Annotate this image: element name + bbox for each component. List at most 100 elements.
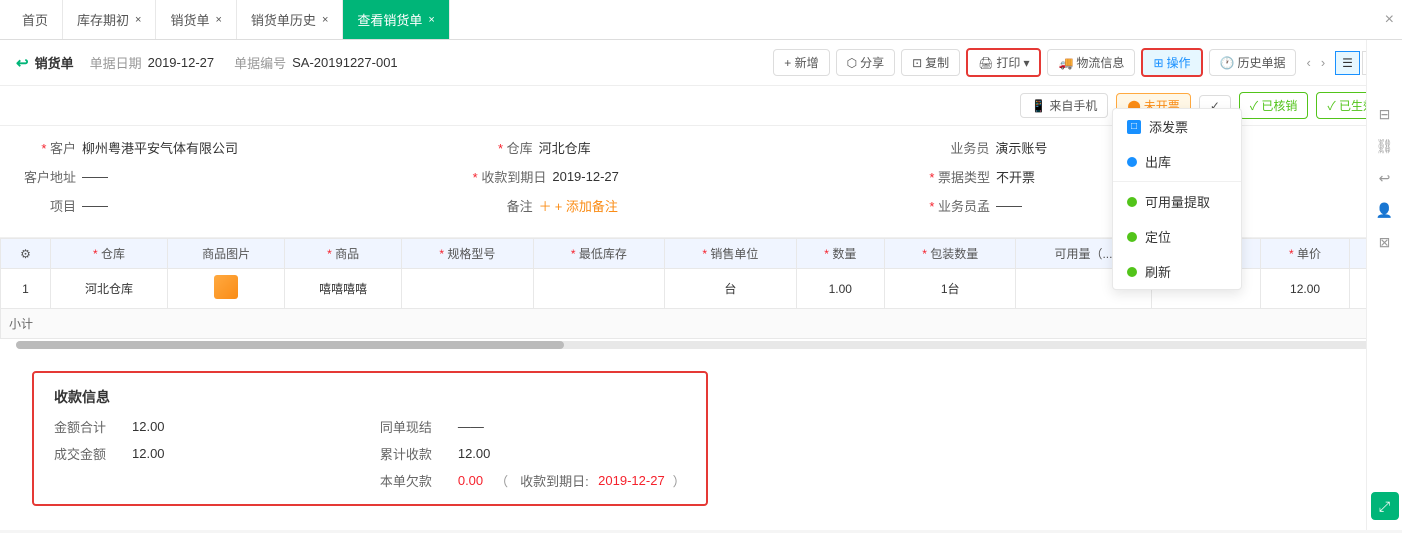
- warehouse-field: 仓库 河北仓库: [473, 138, 930, 157]
- doc-header: ↩ 销货单 单据日期 2019-12-27 单据编号 SA-20191227-0…: [0, 40, 1402, 86]
- dropdown-refresh[interactable]: 刷新: [1113, 254, 1241, 289]
- tab-sales-order[interactable]: 销货单 ×: [156, 0, 236, 39]
- dropdown-locate[interactable]: 定位: [1113, 219, 1241, 254]
- effect-check-icon: ✓: [1327, 99, 1335, 113]
- payment-section: 收款信息 金额合计 12.00 同单现结 —— 成交金额 12.00 累计收款 …: [32, 371, 708, 506]
- operate-icon: ⊞: [1153, 56, 1163, 70]
- out-warehouse-label: 出库: [1145, 152, 1171, 171]
- nav-prev-icon[interactable]: ‹: [1302, 53, 1314, 72]
- payment-due-value: 2019-12-27: [598, 473, 665, 488]
- content-area: ↩ 销货单 单据日期 2019-12-27 单据编号 SA-20191227-0…: [0, 40, 1402, 530]
- tab-inventory[interactable]: 库存期初 ×: [63, 0, 156, 39]
- payment-same-order-label: 同单现结: [380, 417, 450, 436]
- sidebar-icon-3[interactable]: ↩: [1371, 164, 1399, 192]
- address-label: 客户地址: [16, 167, 76, 186]
- logistics-button[interactable]: 🚚 物流信息: [1047, 49, 1135, 76]
- tab-home[interactable]: 首页: [8, 0, 63, 39]
- doc-meta: 单据日期 2019-12-27 单据编号 SA-20191227-001: [90, 53, 758, 72]
- row-unit: 台: [665, 269, 797, 309]
- dropdown-out-warehouse[interactable]: 出库: [1113, 144, 1241, 179]
- refresh-label: 刷新: [1145, 262, 1171, 281]
- print-icon: 🖨: [978, 56, 993, 70]
- col-product: 商品: [285, 239, 402, 269]
- outstanding-paren-close: ）: [673, 471, 686, 490]
- tab-sales-history-close[interactable]: ×: [322, 14, 328, 26]
- sidebar-icon-4[interactable]: 👤: [1371, 196, 1399, 224]
- tab-inventory-label: 库存期初: [77, 10, 129, 29]
- product-image: [214, 275, 238, 299]
- sidebar-icon-2[interactable]: ⛓: [1371, 132, 1399, 160]
- row-pkg-qty: 1台: [884, 269, 1016, 309]
- customer-field: 客户 柳州粤港平安气体有限公司: [16, 138, 473, 157]
- operate-button[interactable]: ⊞ 操作: [1141, 48, 1202, 77]
- available-qty-icon: [1127, 197, 1137, 207]
- nav-next-icon[interactable]: ›: [1317, 53, 1329, 72]
- doc-number-value: SA-20191227-001: [292, 55, 398, 70]
- history-button[interactable]: 🕐 历史单据: [1209, 49, 1297, 76]
- salesperson2-label: 业务员孟: [929, 196, 990, 215]
- tab-sales-order-label: 销货单: [170, 10, 209, 29]
- sidebar-icon-1[interactable]: ⊟: [1371, 100, 1399, 128]
- payment-total-row: 金额合计 12.00: [54, 417, 360, 436]
- doc-date-field: 单据日期 2019-12-27: [90, 53, 215, 72]
- salesperson-value: 演示账号: [995, 138, 1047, 157]
- payment-total-value: 12.00: [132, 419, 165, 434]
- payment-total-label: 金额合计: [54, 417, 124, 436]
- horizontal-scrollbar[interactable]: [16, 341, 1386, 349]
- sidebar-icon-5[interactable]: ⊠: [1371, 228, 1399, 256]
- from-phone-button[interactable]: 📱 来自手机: [1020, 93, 1108, 118]
- payment-outstanding-label: 本单欠款: [380, 471, 450, 490]
- outstanding-paren-open: （: [495, 471, 508, 490]
- tab-inventory-close[interactable]: ×: [135, 14, 141, 26]
- tab-sales-history[interactable]: 销货单历史 ×: [237, 0, 343, 39]
- new-button[interactable]: + 新增: [773, 49, 829, 76]
- payment-cumulative-value: 12.00: [458, 446, 491, 461]
- dropdown-add-invoice[interactable]: □ 添发票: [1113, 109, 1241, 144]
- sidebar-expand-icon[interactable]: ⤢: [1371, 492, 1399, 520]
- row-qty: 1.00: [796, 269, 884, 309]
- tab-view-sales-close[interactable]: ×: [428, 14, 434, 26]
- logistics-button-label: 物流信息: [1076, 54, 1124, 71]
- col-pkg-qty: 包装数量: [884, 239, 1016, 269]
- doc-number-field: 单据编号 SA-20191227-001: [234, 53, 398, 72]
- settings-icon[interactable]: ⚙: [20, 247, 31, 261]
- payment-wrapper: 收款信息 金额合计 12.00 同单现结 —— 成交金额 12.00 累计收款 …: [0, 351, 1402, 526]
- col-qty: 数量: [796, 239, 884, 269]
- project-value: ——: [82, 198, 108, 213]
- row-min-stock: [533, 269, 665, 309]
- add-note-button[interactable]: ＋ + 添加备注: [539, 196, 618, 215]
- share-icon: ⬡: [847, 56, 857, 70]
- add-invoice-icon: □: [1127, 120, 1141, 134]
- share-button[interactable]: ⬡ 分享: [836, 49, 896, 76]
- tab-view-sales[interactable]: 查看销货单 ×: [343, 0, 449, 39]
- print-button[interactable]: 🖨 打印 ▾: [966, 48, 1041, 77]
- payment-outstanding-row: 本单欠款 0.00 （ 收款到期日: 2019-12-27 ）: [380, 471, 686, 490]
- add-note-label: + 添加备注: [555, 196, 618, 215]
- phone-icon: 📱: [1031, 99, 1046, 113]
- note-field: 备注 ＋ + 添加备注: [473, 196, 930, 215]
- col-spec: 规格型号: [402, 239, 534, 269]
- col-price: 单价: [1261, 239, 1349, 269]
- print-button-label: 打印: [996, 54, 1020, 71]
- project-field: 项目 ——: [16, 196, 473, 215]
- invoice-value: 不开票: [996, 167, 1035, 186]
- sold-label: 已核销: [1261, 99, 1297, 113]
- from-phone-label: 来自手机: [1049, 97, 1097, 114]
- row-img: [168, 269, 285, 309]
- tab-sales-order-close[interactable]: ×: [215, 14, 221, 26]
- tab-bar-close-icon[interactable]: ×: [1385, 11, 1394, 29]
- row-product: 嘻嘻嘻嘻: [285, 269, 402, 309]
- view-list-button[interactable]: ☰: [1335, 51, 1360, 75]
- due-date-field: 收款到期日 2019-12-27: [473, 167, 930, 186]
- customer-value: 柳州粤港平安气体有限公司: [82, 138, 238, 157]
- col-unit: 销售单位: [665, 239, 797, 269]
- available-qty-label: 可用量提取: [1145, 192, 1210, 211]
- salesperson2-value: ——: [996, 198, 1022, 213]
- copy-button[interactable]: ⊡ 复制: [901, 49, 960, 76]
- dropdown-available-qty[interactable]: 可用量提取: [1113, 184, 1241, 219]
- tab-sales-history-label: 销货单历史: [251, 10, 316, 29]
- locate-icon: [1127, 232, 1137, 242]
- warehouse-value: 河北仓库: [539, 138, 591, 157]
- refresh-icon: [1127, 267, 1137, 277]
- customer-label: 客户: [16, 138, 76, 157]
